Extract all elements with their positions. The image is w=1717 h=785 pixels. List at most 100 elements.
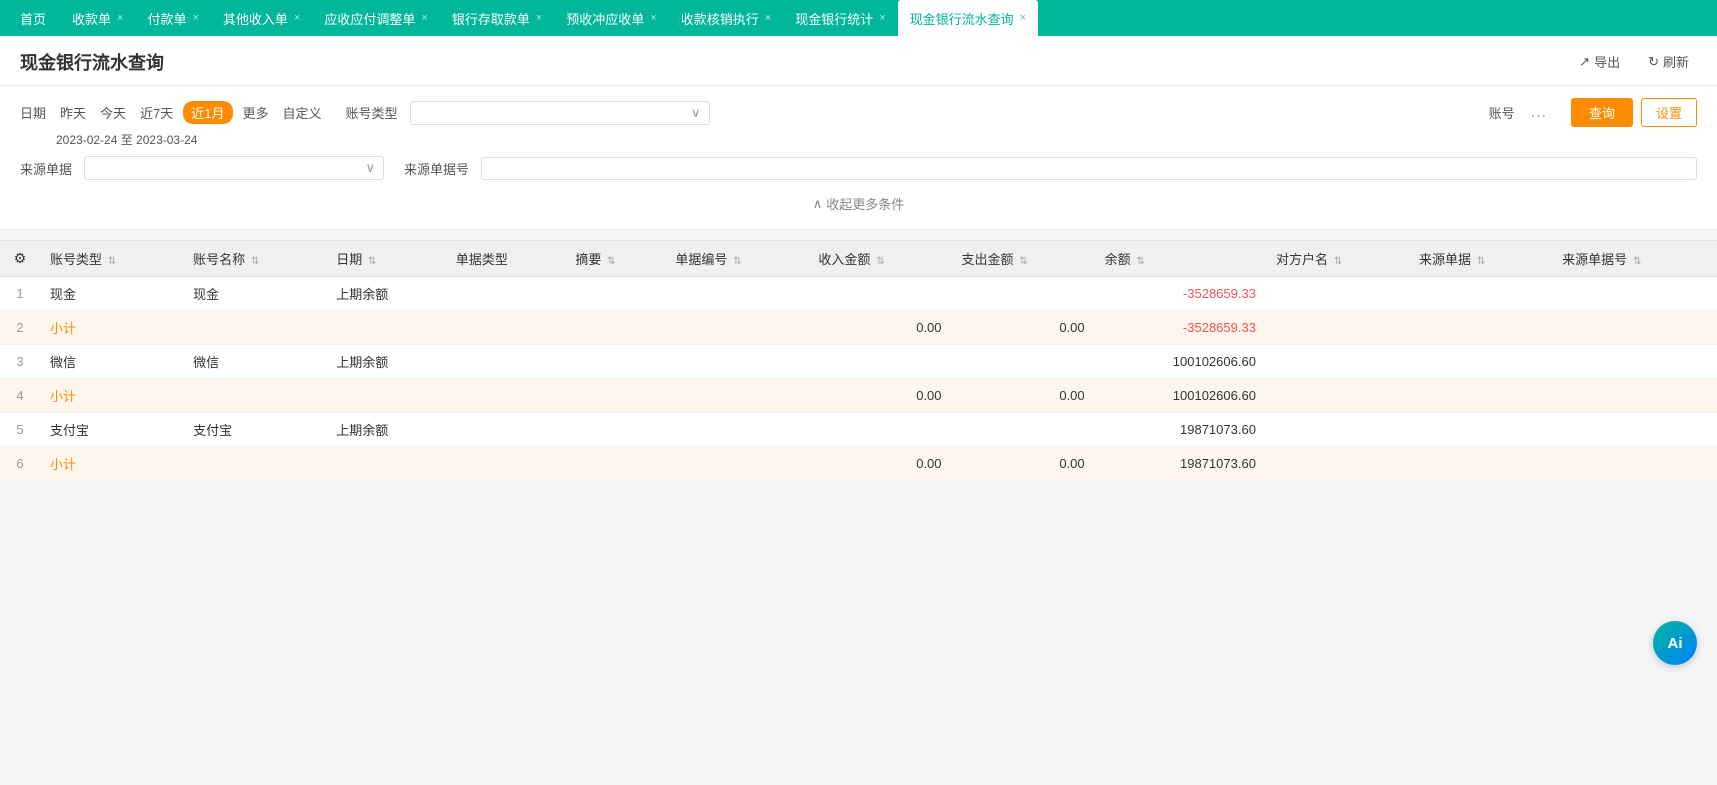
cell-income <box>808 277 951 311</box>
refresh-button[interactable]: ↻ 刷新 <box>1640 48 1697 75</box>
cell-summary <box>565 379 665 413</box>
nav-tab-现金银行流水查询[interactable]: 现金银行流水查询× <box>898 0 1038 36</box>
col-header-date[interactable]: 日期 ⇅ <box>326 241 446 277</box>
date-option-近1月[interactable]: 近1月 <box>183 101 232 124</box>
close-tab-icon[interactable]: × <box>879 12 885 24</box>
cell-doc_number <box>665 277 808 311</box>
settings-button[interactable]: 设置 <box>1641 98 1697 127</box>
close-tab-icon[interactable]: × <box>650 12 656 24</box>
cell-summary <box>565 345 665 379</box>
date-options: 昨天今天近7天近1月更多自定义 <box>56 101 326 124</box>
close-tab-icon[interactable]: × <box>117 12 123 24</box>
close-tab-icon[interactable]: × <box>1020 12 1026 24</box>
cell-source_doc_num <box>1552 447 1717 481</box>
sort-icon-account_name: ⇅ <box>248 256 259 267</box>
account-input-wrap: ... <box>1527 104 1551 122</box>
cell-account_type: 支付宝 <box>40 413 183 447</box>
account-type-dropdown[interactable]: ∨ <box>410 101 710 125</box>
query-button[interactable]: 查询 <box>1571 98 1633 127</box>
nav-tab-银行存取款单[interactable]: 银行存取款单× <box>440 0 554 36</box>
cell-counterpart <box>1266 447 1409 481</box>
col-header-account_type[interactable]: 账号类型 ⇅ <box>40 241 183 277</box>
nav-tab-收款核销执行[interactable]: 收款核销执行× <box>669 0 783 36</box>
col-header-source_doc_num[interactable]: 来源单据号 ⇅ <box>1552 241 1717 277</box>
col-header-doc_number[interactable]: 单据编号 ⇅ <box>665 241 808 277</box>
date-option-自定义[interactable]: 自定义 <box>279 101 326 124</box>
header-actions: ↗ 导出 ↻ 刷新 <box>1571 48 1697 75</box>
cell-doc_type <box>446 413 566 447</box>
cell-date <box>326 447 446 481</box>
nav-tab-预收冲应收单[interactable]: 预收冲应收单× <box>554 0 668 36</box>
date-option-昨天[interactable]: 昨天 <box>56 101 90 124</box>
account-ellipsis-button[interactable]: ... <box>1527 104 1551 122</box>
close-tab-icon[interactable]: × <box>421 12 427 24</box>
cell-source_doc <box>1409 277 1552 311</box>
sort-icon-source_doc: ⇅ <box>1474 256 1485 267</box>
col-header-account_name[interactable]: 账号名称 ⇅ <box>183 241 326 277</box>
close-tab-icon[interactable]: × <box>765 12 771 24</box>
nav-tab-收款单[interactable]: 收款单× <box>60 0 135 36</box>
cell-balance: 19871073.60 <box>1095 413 1266 447</box>
cell-doc_type <box>446 447 566 481</box>
cell-seq: 1 <box>0 277 40 311</box>
cell-counterpart <box>1266 413 1409 447</box>
cell-account_name: 微信 <box>183 345 326 379</box>
collapse-conditions-button[interactable]: ∧ 收起更多条件 <box>20 190 1697 217</box>
cell-source_doc_num <box>1552 379 1717 413</box>
export-icon: ↗ <box>1579 54 1590 70</box>
account-label: 账号 <box>1489 103 1515 122</box>
cell-income: 0.00 <box>808 311 951 345</box>
sort-icon-expense: ⇅ <box>1017 256 1028 267</box>
source-doc-num-label: 来源单据号 <box>404 159 469 178</box>
gear-icon[interactable]: ⚙ <box>14 250 27 266</box>
col-header-source_doc[interactable]: 来源单据 ⇅ <box>1409 241 1552 277</box>
cell-doc_type <box>446 345 566 379</box>
cell-account_type: 微信 <box>40 345 183 379</box>
nav-tab-其他收入单[interactable]: 其他收入单× <box>211 0 312 36</box>
cell-date: 上期余额 <box>326 345 446 379</box>
date-option-更多[interactable]: 更多 <box>239 101 273 124</box>
cell-doc_number <box>665 311 808 345</box>
sort-icon-source_doc_num: ⇅ <box>1630 256 1641 267</box>
col-header-expense[interactable]: 支出金额 ⇅ <box>952 241 1095 277</box>
nav-tab-付款单[interactable]: 付款单× <box>135 0 210 36</box>
account-type-label: 账号类型 <box>346 103 398 122</box>
nav-tab-现金银行统计[interactable]: 现金银行统计× <box>783 0 897 36</box>
nav-home[interactable]: 首页 <box>8 0 58 36</box>
cell-expense <box>952 345 1095 379</box>
cell-account_type: 现金 <box>40 277 183 311</box>
filter-area: 日期 昨天今天近7天近1月更多自定义 账号类型 ∨ 账号 ... 查询 设置 2… <box>0 86 1717 230</box>
cell-account_type: 小计 <box>40 311 183 345</box>
source-doc-dropdown[interactable]: ∨ <box>84 156 384 180</box>
close-tab-icon[interactable]: × <box>294 12 300 24</box>
close-tab-icon[interactable]: × <box>192 12 198 24</box>
col-header-balance[interactable]: 余额 ⇅ <box>1095 241 1266 277</box>
cell-doc_number <box>665 447 808 481</box>
date-option-今天[interactable]: 今天 <box>96 101 130 124</box>
table-row: 5支付宝支付宝上期余额19871073.60 <box>0 413 1717 447</box>
close-tab-icon[interactable]: × <box>536 12 542 24</box>
account-type-filter: 账号类型 ∨ <box>346 101 1469 125</box>
cell-balance: 19871073.60 <box>1095 447 1266 481</box>
sort-icon-date: ⇅ <box>365 256 376 267</box>
export-button[interactable]: ↗ 导出 <box>1571 48 1628 75</box>
cell-date: 上期余额 <box>326 413 446 447</box>
col-header-summary[interactable]: 摘要 ⇅ <box>565 241 665 277</box>
date-option-近7天[interactable]: 近7天 <box>136 101 177 124</box>
date-filter: 日期 昨天今天近7天近1月更多自定义 <box>20 101 326 124</box>
cell-income: 0.00 <box>808 379 951 413</box>
col-header-income[interactable]: 收入金额 ⇅ <box>808 241 951 277</box>
cell-seq: 2 <box>0 311 40 345</box>
source-doc-num-input[interactable] <box>481 157 1697 180</box>
cell-source_doc <box>1409 447 1552 481</box>
cell-counterpart <box>1266 277 1409 311</box>
ai-badge[interactable]: Ai <box>1653 621 1697 665</box>
cell-counterpart <box>1266 311 1409 345</box>
cell-source_doc_num <box>1552 413 1717 447</box>
cell-doc_number <box>665 379 808 413</box>
cell-balance: -3528659.33 <box>1095 277 1266 311</box>
cell-account_name: 现金 <box>183 277 326 311</box>
col-header-counterpart[interactable]: 对方户名 ⇅ <box>1266 241 1409 277</box>
cell-account_type: 小计 <box>40 379 183 413</box>
nav-tab-应收应付调整单[interactable]: 应收应付调整单× <box>312 0 439 36</box>
